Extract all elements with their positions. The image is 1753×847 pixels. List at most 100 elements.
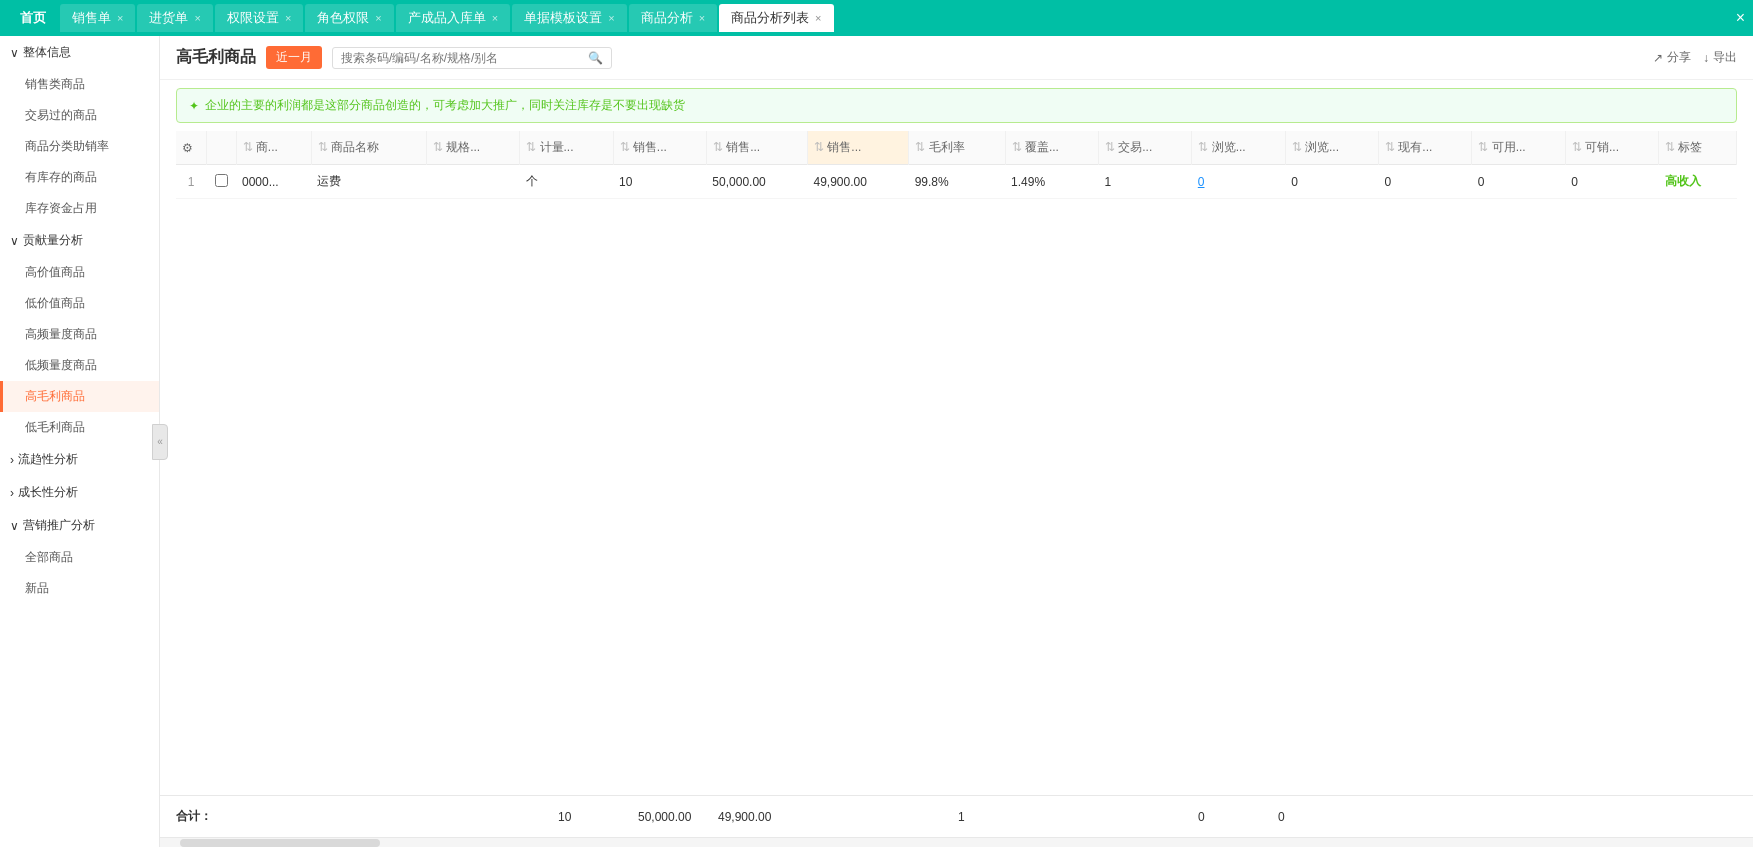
row-sales-qty: 10 xyxy=(613,165,706,199)
table-container: ⚙ ⇅ 商... ⇅ 商品名称 ⇅ 规格... ⇅ 计量... ⇅ 销售... … xyxy=(160,131,1753,795)
sidebar-group-growth-analysis[interactable]: › 成长性分析 xyxy=(0,476,159,509)
info-text: 企业的主要的利润都是这部分商品创造的，可考虑加大推广，同时关注库存是不要出现缺货 xyxy=(205,97,685,114)
content-area: 高毛利商品 近一月 🔍 ↗ 分享 ↓ 导出 ✦ 企业的主要的利润都是这部分商品创… xyxy=(160,36,1753,847)
footer-coverage xyxy=(792,810,872,824)
col-sort-icon: ⇅ xyxy=(915,140,925,154)
tab-purchase-close[interactable]: × xyxy=(194,12,200,24)
tab-role-permission[interactable]: 角色权限 × xyxy=(305,4,393,32)
sidebar-group-wealth-analysis[interactable]: ∨ 贡献量分析 xyxy=(0,224,159,257)
col-unit[interactable]: ⇅ 计量... xyxy=(520,131,613,165)
row-current-stock: 0 xyxy=(1378,165,1471,199)
sidebar: ∨ 整体信息 销售类商品 交易过的商品 商品分类助销率 有库存的商品 库存资金占… xyxy=(0,36,160,847)
sidebar-item-low-value[interactable]: 低价值商品 xyxy=(0,288,159,319)
sidebar-item-goods-distribution[interactable]: 商品分类助销率 xyxy=(0,131,159,162)
tab-permission-settings-close[interactable]: × xyxy=(285,12,291,24)
col-browse2[interactable]: ⇅ 浏览... xyxy=(1285,131,1378,165)
search-icon[interactable]: 🔍 xyxy=(588,51,603,65)
row-sales-cost: 49,900.00 xyxy=(808,165,909,199)
col-spec[interactable]: ⇅ 规格... xyxy=(426,131,519,165)
page-title: 高毛利商品 xyxy=(176,47,256,68)
sidebar-group-marketing-label: 营销推广分析 xyxy=(23,517,95,534)
sidebar-toggle-button[interactable]: « xyxy=(152,424,168,460)
export-button[interactable]: ↓ 导出 xyxy=(1703,49,1737,66)
col-code[interactable]: ⇅ 商... xyxy=(236,131,311,165)
col-available[interactable]: ⇅ 可用... xyxy=(1472,131,1565,165)
sidebar-item-new-goods[interactable]: 新品 xyxy=(0,573,159,604)
sidebar-item-sales-goods[interactable]: 销售类商品 xyxy=(0,69,159,100)
row-browse1[interactable]: 0 xyxy=(1192,165,1285,199)
row-available: 0 xyxy=(1472,165,1565,199)
row-checkbox[interactable] xyxy=(206,165,236,199)
tab-permission-settings[interactable]: 权限设置 × xyxy=(215,4,303,32)
row-unit: 个 xyxy=(520,165,613,199)
row-transaction: 1 xyxy=(1098,165,1191,199)
sidebar-item-high-margin[interactable]: 高毛利商品 xyxy=(0,381,159,412)
row-tag: 高收入 xyxy=(1659,165,1737,199)
share-icon: ↗ xyxy=(1653,51,1663,65)
filter-recent-month-button[interactable]: 近一月 xyxy=(266,46,322,69)
table-row: 1 0000... 运费 个 10 50,000.00 49,900.00 99… xyxy=(176,165,1737,199)
footer-bar: 合计： 10 50,000.00 49,900.00 1 0 0 xyxy=(160,795,1753,837)
sidebar-item-low-freq[interactable]: 低频量度商品 xyxy=(0,350,159,381)
sidebar-group-marketing-arrow: ∨ xyxy=(10,519,19,533)
col-browse1[interactable]: ⇅ 浏览... xyxy=(1192,131,1285,165)
tab-product-entry-close[interactable]: × xyxy=(492,12,498,24)
sidebar-item-traded-goods[interactable]: 交易过的商品 xyxy=(0,100,159,131)
scroll-thumb[interactable] xyxy=(180,839,380,847)
share-button[interactable]: ↗ 分享 xyxy=(1653,49,1691,66)
col-transaction[interactable]: ⇅ 交易... xyxy=(1098,131,1191,165)
row-coverage: 1.49% xyxy=(1005,165,1098,199)
tab-template-settings-label: 单据模板设置 xyxy=(524,9,602,27)
col-name[interactable]: ⇅ 商品名称 xyxy=(311,131,426,165)
export-label: 导出 xyxy=(1713,49,1737,66)
tab-role-permission-close[interactable]: × xyxy=(375,12,381,24)
tab-sales[interactable]: 销售单 × xyxy=(60,4,135,32)
col-sort-icon: ⇅ xyxy=(526,140,536,154)
col-gross-margin[interactable]: ⇅ 毛利率 xyxy=(909,131,1005,165)
tab-product-analysis[interactable]: 商品分析 × xyxy=(629,4,717,32)
tab-product-analysis-close[interactable]: × xyxy=(699,12,705,24)
col-current-stock[interactable]: ⇅ 现有... xyxy=(1378,131,1471,165)
tab-purchase[interactable]: 进货单 × xyxy=(137,4,212,32)
tab-product-analysis-list[interactable]: 商品分析列表 × xyxy=(719,4,833,32)
footer-values: 10 50,000.00 49,900.00 1 0 0 xyxy=(232,810,1737,824)
sidebar-item-inventory-capital[interactable]: 库存资金占用 xyxy=(0,193,159,224)
sidebar-group-trend-arrow: › xyxy=(10,453,14,467)
tab-product-analysis-list-close[interactable]: × xyxy=(815,12,821,24)
col-tag[interactable]: ⇅ 标签 xyxy=(1659,131,1737,165)
row-spec xyxy=(426,165,519,199)
tab-sales-label: 销售单 xyxy=(72,9,111,27)
row-saleable: 0 xyxy=(1565,165,1658,199)
sidebar-group-marketing-analysis[interactable]: ∨ 营销推广分析 xyxy=(0,509,159,542)
col-saleable[interactable]: ⇅ 可销... xyxy=(1565,131,1658,165)
tab-template-settings[interactable]: 单据模板设置 × xyxy=(512,4,626,32)
col-settings[interactable]: ⚙ xyxy=(176,131,206,165)
info-icon: ✦ xyxy=(189,99,199,113)
sidebar-group-wealth-label: 贡献量分析 xyxy=(23,232,83,249)
sidebar-group-trend-analysis[interactable]: › 流趋性分析 xyxy=(0,443,159,476)
footer-browse1 xyxy=(1032,810,1112,824)
sidebar-group-growth-arrow: › xyxy=(10,486,14,500)
sidebar-group-trend-label: 流趋性分析 xyxy=(18,451,78,468)
col-checkbox xyxy=(206,131,236,165)
sidebar-item-low-margin[interactable]: 低毛利商品 xyxy=(0,412,159,443)
col-coverage[interactable]: ⇅ 覆盖... xyxy=(1005,131,1098,165)
sidebar-wrapper: ∨ 整体信息 销售类商品 交易过的商品 商品分类助销率 有库存的商品 库存资金占… xyxy=(0,36,160,847)
close-all-tabs-button[interactable]: × xyxy=(1736,9,1745,27)
sidebar-item-all-goods[interactable]: 全部商品 xyxy=(0,542,159,573)
col-sales-cost[interactable]: ⇅ 销售... xyxy=(808,131,909,165)
horizontal-scrollbar[interactable] xyxy=(160,837,1753,847)
row-code: 0000... xyxy=(236,165,311,199)
sidebar-group-overall[interactable]: ∨ 整体信息 xyxy=(0,36,159,69)
tab-template-settings-close[interactable]: × xyxy=(608,12,614,24)
sidebar-item-high-value[interactable]: 高价值商品 xyxy=(0,257,159,288)
sidebar-item-high-freq[interactable]: 高频量度商品 xyxy=(0,319,159,350)
search-input[interactable] xyxy=(341,51,583,65)
sidebar-item-inventory-goods[interactable]: 有库存的商品 xyxy=(0,162,159,193)
col-sales-amount[interactable]: ⇅ 销售... xyxy=(706,131,807,165)
tab-product-entry[interactable]: 产成品入库单 × xyxy=(396,4,510,32)
col-sales-qty[interactable]: ⇅ 销售... xyxy=(613,131,706,165)
header-actions: ↗ 分享 ↓ 导出 xyxy=(1653,49,1737,66)
tab-sales-close[interactable]: × xyxy=(117,12,123,24)
tab-home[interactable]: 首页 xyxy=(8,4,58,32)
